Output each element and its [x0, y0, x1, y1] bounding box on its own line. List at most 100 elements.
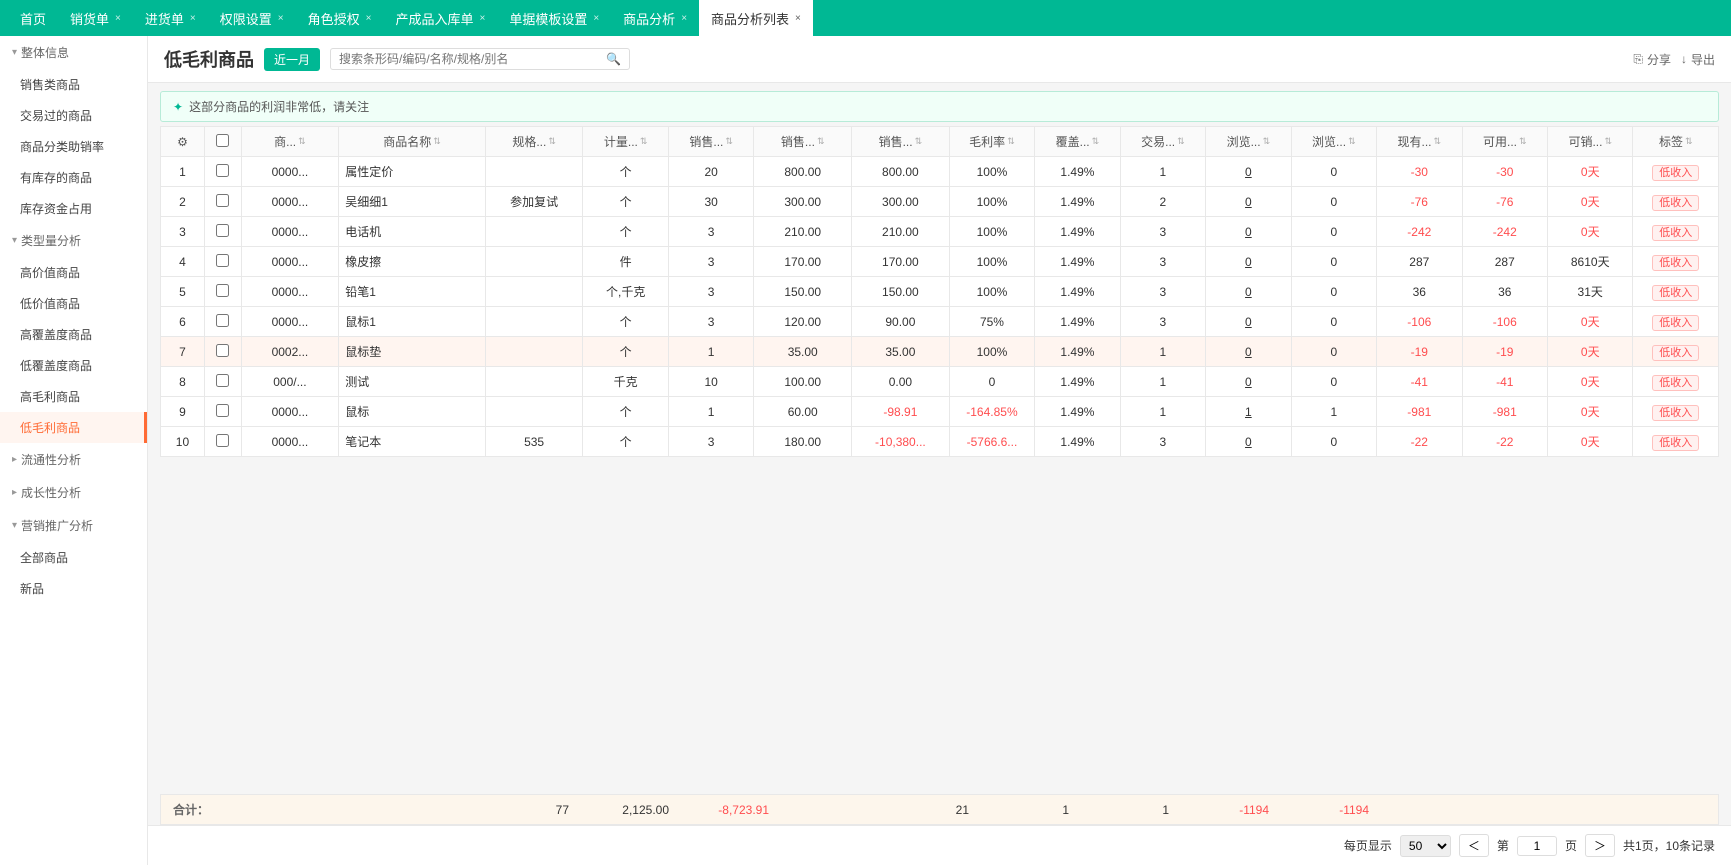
- settings-icon[interactable]: ⚙: [177, 135, 188, 149]
- cell-view1[interactable]: 0: [1206, 367, 1291, 397]
- row-checkbox[interactable]: [216, 194, 229, 207]
- sidebar-group-marketing[interactable]: ▾ 营销推广分析: [0, 509, 147, 542]
- th-tag[interactable]: 标签⇅: [1633, 127, 1719, 157]
- nav-home[interactable]: 首页: [8, 0, 58, 36]
- sidebar-item-low-coverage[interactable]: 低覆盖度商品: [0, 350, 147, 381]
- row-checkbox[interactable]: [216, 254, 229, 267]
- row-checkbox[interactable]: [216, 344, 229, 357]
- cell-view1[interactable]: 0: [1206, 187, 1291, 217]
- sidebar-item-capital[interactable]: 库存资金占用: [0, 193, 147, 224]
- sidebar-item-high-coverage[interactable]: 高覆盖度商品: [0, 319, 147, 350]
- nav-close-sales[interactable]: ×: [115, 13, 121, 24]
- th-view1[interactable]: 浏览...⇅: [1206, 127, 1291, 157]
- nav-close-purchase[interactable]: ×: [190, 13, 196, 24]
- cell-checkbox[interactable]: [204, 247, 241, 277]
- cell-view2: 1: [1291, 397, 1376, 427]
- th-current-stock[interactable]: 现有...⇅: [1377, 127, 1462, 157]
- cell-view1[interactable]: 0: [1206, 307, 1291, 337]
- row-checkbox[interactable]: [216, 374, 229, 387]
- cell-checkbox[interactable]: [204, 307, 241, 337]
- page-size-select[interactable]: 50 100 200: [1400, 835, 1451, 857]
- row-checkbox[interactable]: [216, 314, 229, 327]
- cell-view1[interactable]: 0: [1206, 217, 1291, 247]
- nav-sales[interactable]: 销货单 ×: [58, 0, 133, 36]
- page-number-input[interactable]: [1517, 836, 1557, 856]
- cell-view1[interactable]: 0: [1206, 337, 1291, 367]
- nav-purchase[interactable]: 进货单 ×: [133, 0, 208, 36]
- sidebar-group-growth[interactable]: ▸ 成长性分析: [0, 476, 147, 509]
- th-view2[interactable]: 浏览...⇅: [1291, 127, 1376, 157]
- next-page-button[interactable]: ＞: [1585, 834, 1615, 857]
- cell-checkbox[interactable]: [204, 427, 241, 457]
- cell-checkbox[interactable]: [204, 397, 241, 427]
- sidebar-group-type[interactable]: ▾ 类型量分析: [0, 224, 147, 257]
- th-coverage[interactable]: 覆盖...⇅: [1035, 127, 1120, 157]
- nav-goods-analysis-list[interactable]: 商品分析列表 ×: [699, 0, 813, 36]
- tag-badge: 低收入: [1652, 165, 1699, 181]
- sidebar-item-all-goods[interactable]: 全部商品: [0, 542, 147, 573]
- footer-label: 合计：: [173, 801, 209, 818]
- nav-template[interactable]: 单据模板设置 ×: [497, 0, 611, 36]
- th-settings[interactable]: ⚙: [161, 127, 205, 157]
- cell-checkbox[interactable]: [204, 367, 241, 397]
- sidebar-item-category-sales[interactable]: 商品分类助销率: [0, 131, 147, 162]
- export-button[interactable]: ↓ 导出: [1681, 51, 1715, 68]
- sidebar-item-low-value[interactable]: 低价值商品: [0, 288, 147, 319]
- nav-close-template[interactable]: ×: [593, 13, 599, 24]
- th-code[interactable]: 商...⇅: [241, 127, 339, 157]
- nav-close-goods-analysis-list[interactable]: ×: [795, 13, 801, 24]
- th-unit[interactable]: 计量...⇅: [583, 127, 668, 157]
- cell-view1[interactable]: 0: [1206, 427, 1291, 457]
- cell-sales-price: 60.00: [754, 397, 852, 427]
- cell-view1[interactable]: 0: [1206, 157, 1291, 187]
- cell-checkbox[interactable]: [204, 217, 241, 247]
- nav-product-in[interactable]: 产成品入库单 ×: [383, 0, 497, 36]
- sidebar-item-traded-goods[interactable]: 交易过的商品: [0, 100, 147, 131]
- cell-checkbox[interactable]: [204, 187, 241, 217]
- prev-page-button[interactable]: ＜: [1459, 834, 1489, 857]
- nav-close-product-in[interactable]: ×: [479, 13, 485, 24]
- th-trade-count[interactable]: 交易...⇅: [1120, 127, 1205, 157]
- nav-goods-analysis[interactable]: 商品分析 ×: [611, 0, 699, 36]
- th-name[interactable]: 商品名称⇅: [339, 127, 486, 157]
- sidebar-group-overall[interactable]: ▾ 整体信息: [0, 36, 147, 69]
- row-checkbox[interactable]: [216, 434, 229, 447]
- table-container[interactable]: ⚙ 商...⇅ 商品名称⇅ 规格...⇅: [148, 126, 1731, 794]
- row-checkbox[interactable]: [216, 284, 229, 297]
- sidebar-item-stock-goods[interactable]: 有库存的商品: [0, 162, 147, 193]
- search-input[interactable]: [339, 52, 600, 66]
- row-checkbox[interactable]: [216, 164, 229, 177]
- cell-view1[interactable]: 1: [1206, 397, 1291, 427]
- sidebar-item-new-goods[interactable]: 新品: [0, 573, 147, 604]
- cell-checkbox[interactable]: [204, 337, 241, 367]
- nav-close-goods-analysis[interactable]: ×: [681, 13, 687, 24]
- period-button[interactable]: 近一月: [264, 48, 320, 71]
- th-sales-qty[interactable]: 销售...⇅: [668, 127, 753, 157]
- th-sellable[interactable]: 可销...⇅: [1548, 127, 1633, 157]
- nav-close-permission[interactable]: ×: [278, 13, 284, 24]
- sidebar-item-high-margin[interactable]: 高毛利商品: [0, 381, 147, 412]
- search-icon[interactable]: 🔍: [606, 52, 621, 66]
- sidebar-item-high-value[interactable]: 高价值商品: [0, 257, 147, 288]
- th-sales-amt[interactable]: 销售...⇅: [852, 127, 950, 157]
- sidebar-group-flow[interactable]: ▸ 流通性分析: [0, 443, 147, 476]
- th-gross-margin[interactable]: 毛利率⇅: [949, 127, 1034, 157]
- cell-checkbox[interactable]: [204, 277, 241, 307]
- cell-view1[interactable]: 0: [1206, 247, 1291, 277]
- nav-close-role[interactable]: ×: [366, 13, 372, 24]
- nav-permission[interactable]: 权限设置 ×: [208, 0, 296, 36]
- sidebar-item-low-margin[interactable]: 低毛利商品: [0, 412, 147, 443]
- row-checkbox[interactable]: [216, 404, 229, 417]
- row-checkbox[interactable]: [216, 224, 229, 237]
- sidebar-item-sales-goods[interactable]: 销售类商品: [0, 69, 147, 100]
- share-button[interactable]: ⎘ 分享: [1633, 51, 1671, 68]
- header-actions: ⎘ 分享 ↓ 导出: [1633, 51, 1715, 68]
- cell-view1[interactable]: 0: [1206, 277, 1291, 307]
- nav-role[interactable]: 角色授权 ×: [296, 0, 384, 36]
- th-checkbox[interactable]: [204, 127, 241, 157]
- cell-checkbox[interactable]: [204, 157, 241, 187]
- select-all-checkbox[interactable]: [216, 134, 229, 147]
- th-sales-price[interactable]: 销售...⇅: [754, 127, 852, 157]
- th-spec[interactable]: 规格...⇅: [485, 127, 583, 157]
- th-available[interactable]: 可用...⇅: [1462, 127, 1547, 157]
